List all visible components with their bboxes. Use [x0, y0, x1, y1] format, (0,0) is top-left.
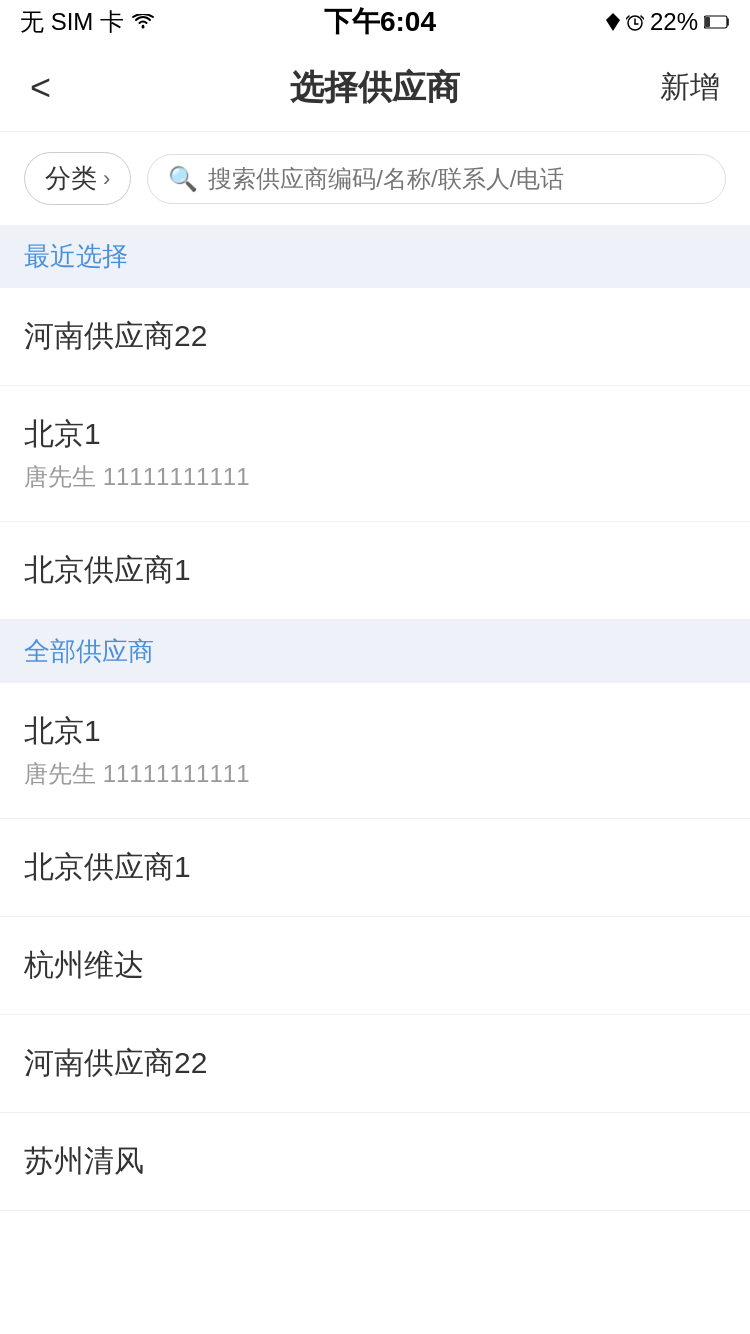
- wifi-icon: [132, 14, 154, 30]
- list-item[interactable]: 北京1 唐先生 11111111111: [0, 386, 750, 522]
- list-item[interactable]: 杭州维达: [0, 917, 750, 1015]
- filter-bar: 分类 › 🔍: [0, 132, 750, 225]
- supplier-name: 北京1: [24, 414, 726, 455]
- search-box[interactable]: 🔍: [147, 154, 726, 204]
- page-title: 选择供应商: [290, 65, 460, 111]
- recent-section-header: 最近选择: [0, 225, 750, 288]
- all-items-list: 北京1 唐先生 11111111111 北京供应商1 杭州维达河南供应商22 苏州清风: [0, 683, 750, 1211]
- all-section-header: 全部供应商: [0, 620, 750, 683]
- list-item[interactable]: 北京供应商1: [0, 819, 750, 917]
- category-filter[interactable]: 分类 ›: [24, 152, 131, 205]
- recent-section-label: 最近选择: [24, 241, 128, 271]
- list-item[interactable]: 河南供应商22: [0, 288, 750, 386]
- status-left: 无 SIM 卡: [20, 6, 154, 38]
- nav-bar: < 选择供应商 新增: [0, 44, 750, 132]
- back-button[interactable]: <: [30, 67, 90, 109]
- no-sim-text: 无 SIM 卡: [20, 6, 124, 38]
- supplier-name: 北京1: [24, 711, 726, 752]
- supplier-name: 杭州维达: [24, 945, 726, 986]
- supplier-contact: 唐先生 11111111111: [24, 461, 726, 493]
- chevron-right-icon: ›: [103, 166, 110, 192]
- svg-rect-5: [705, 17, 710, 27]
- category-label: 分类: [45, 161, 97, 196]
- status-time: 下午6:04: [324, 3, 436, 41]
- supplier-contact: 唐先生 11111111111: [24, 758, 726, 790]
- supplier-name: 北京供应商1: [24, 550, 726, 591]
- list-item[interactable]: 苏州清风: [0, 1113, 750, 1211]
- all-section-label: 全部供应商: [24, 636, 154, 666]
- add-button[interactable]: 新增: [660, 67, 720, 108]
- supplier-name: 河南供应商22: [24, 316, 726, 357]
- search-input[interactable]: [208, 165, 705, 193]
- battery-icon: [704, 15, 730, 29]
- list-item[interactable]: 北京供应商1: [0, 522, 750, 620]
- status-right: 22%: [606, 8, 730, 36]
- location-icon: [606, 13, 620, 31]
- recent-items-list: 河南供应商22 北京1 唐先生 11111111111 北京供应商1: [0, 288, 750, 620]
- alarm-icon: [626, 13, 644, 31]
- svg-point-0: [142, 26, 145, 29]
- supplier-name: 北京供应商1: [24, 847, 726, 888]
- battery-percent: 22%: [650, 8, 698, 36]
- search-icon: 🔍: [168, 165, 198, 193]
- supplier-name: 苏州清风: [24, 1141, 726, 1182]
- status-bar: 无 SIM 卡 下午6:04 22%: [0, 0, 750, 44]
- supplier-name: 河南供应商22: [24, 1043, 726, 1084]
- list-item[interactable]: 河南供应商22: [0, 1015, 750, 1113]
- list-item[interactable]: 北京1 唐先生 11111111111: [0, 683, 750, 819]
